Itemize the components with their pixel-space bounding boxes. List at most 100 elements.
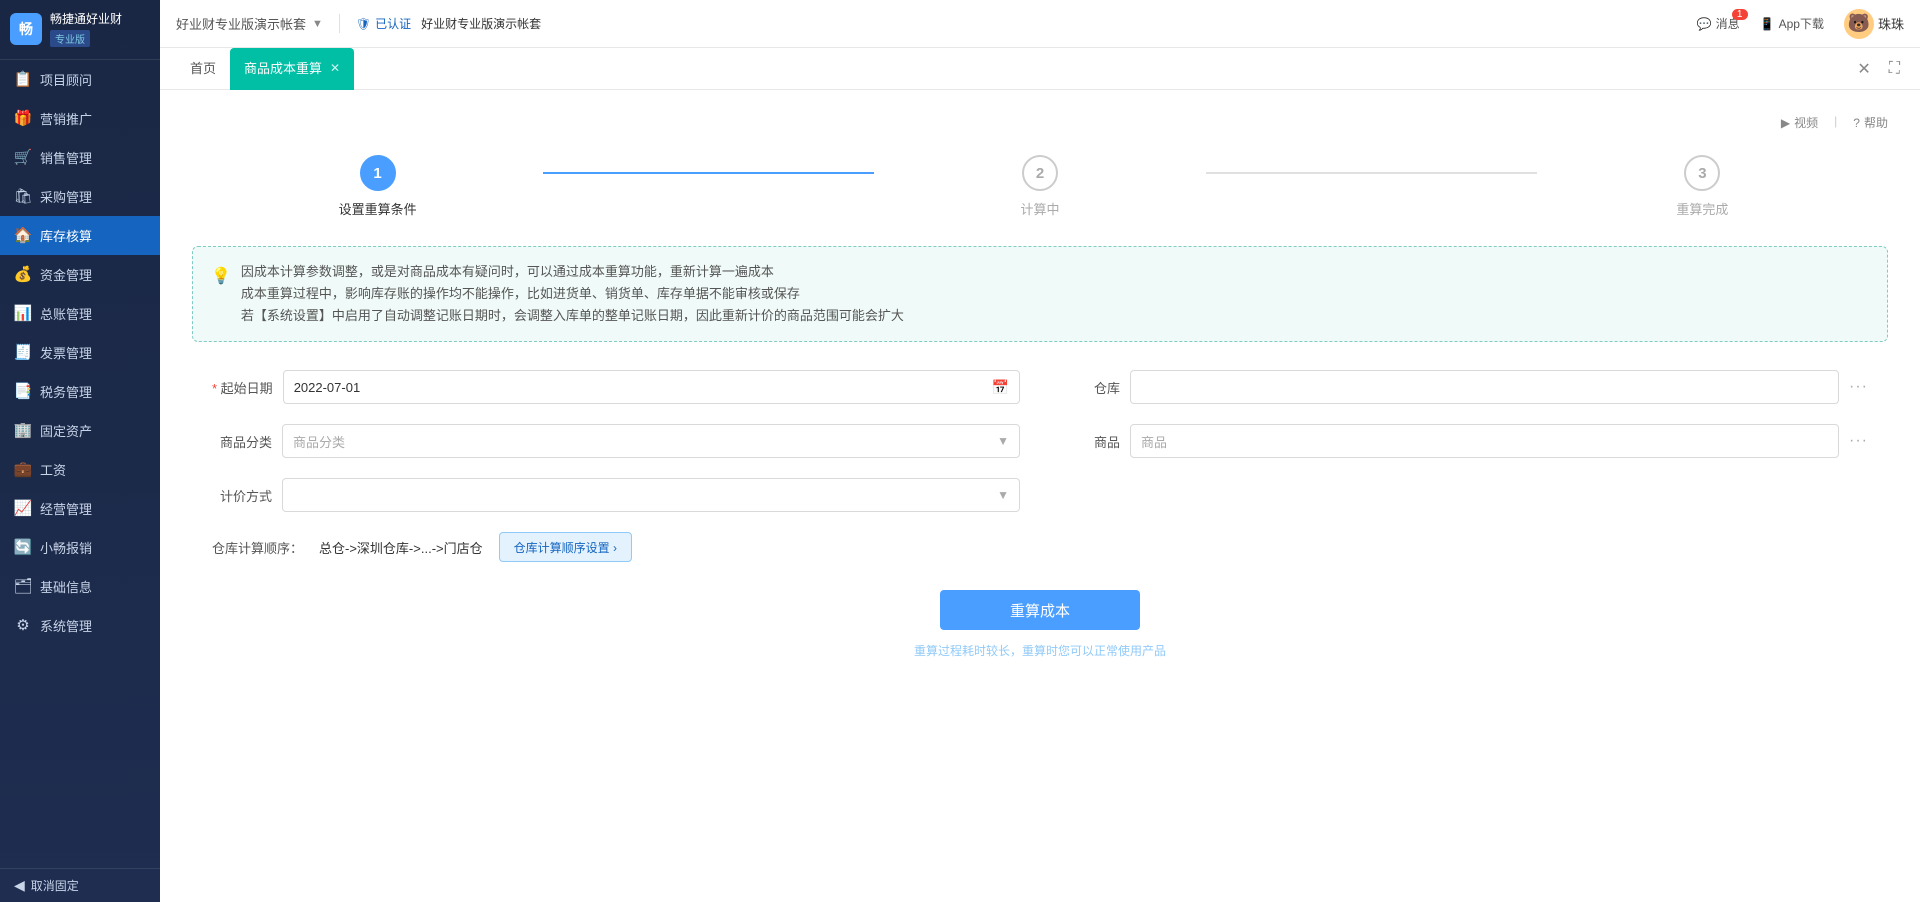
sidebar-item-marketing[interactable]: 🎁 营销推广 [0, 99, 160, 138]
pricing-select[interactable]: ▼ [282, 478, 1020, 512]
product-input[interactable]: 商品 [1130, 424, 1839, 458]
expand-panel-icon[interactable]: ⛶ [1885, 58, 1904, 80]
tabbar: 首页 商品成本重算 ✕ ✕ ⛶ [160, 48, 1920, 90]
home-tab-label: 首页 [190, 58, 216, 77]
shield-icon: 🛡 [356, 17, 371, 31]
warehouse-order-row: 仓库计算顺序： 总仓->深圳仓库->...->门店仓 仓库计算顺序设置 › [212, 532, 1868, 562]
sidebar-item-inventory[interactable]: 🏠 库存核算 [0, 216, 160, 255]
system-icon: ⚙ [14, 616, 32, 634]
video-help-button[interactable]: ▶ 视频 [1781, 114, 1818, 131]
sidebar-item-label: 资金管理 [40, 265, 92, 284]
category-select[interactable]: 商品分类 ▼ [282, 424, 1020, 458]
sidebar-item-purchase[interactable]: 🛍 采购管理 [0, 177, 160, 216]
notice-line-2: 成本重算过程中，影响库存账的操作均不能操作，比如进货单、销货单、库存单据不能审核… [241, 283, 904, 305]
sidebar-item-accounting[interactable]: 📊 总账管理 [0, 294, 160, 333]
sidebar-item-project[interactable]: 📋 项目顾问 [0, 60, 160, 99]
phone-icon: 📱 [1760, 17, 1775, 31]
finance-icon: 💰 [14, 265, 32, 283]
sidebar-item-basic[interactable]: 🗂 基础信息 [0, 567, 160, 606]
recalc-tip: 重算过程耗时较长，重算时您可以正常使用产品 [914, 642, 1166, 659]
sidebar-item-label: 税务管理 [40, 382, 92, 401]
sidebar-item-label: 固定资产 [40, 421, 92, 440]
pricing-dropdown-icon: ▼ [997, 488, 1009, 502]
notice-icon: 💡 [211, 263, 231, 327]
step-line-1 [543, 172, 874, 174]
sidebar-item-sales[interactable]: 🛒 销售管理 [0, 138, 160, 177]
username-label: 珠珠 [1878, 14, 1904, 33]
account-selector[interactable]: 好业财专业版演示帐套 ▼ [176, 14, 340, 33]
accounting-icon: 📊 [14, 304, 32, 322]
sidebar-item-assets[interactable]: 🏢 固定资产 [0, 411, 160, 450]
question-icon: ? [1853, 116, 1860, 130]
close-panel-icon[interactable]: ✕ [1853, 57, 1874, 81]
recalc-btn-label: 重算成本 [1010, 600, 1070, 621]
sidebar-item-invoice[interactable]: 🧾 发票管理 [0, 333, 160, 372]
sidebar-item-payroll[interactable]: 💼 工资 [0, 450, 160, 489]
step-num-2: 2 [1036, 165, 1044, 182]
recalc-area: 重算成本 重算过程耗时较长，重算时您可以正常使用产品 [192, 590, 1888, 659]
start-date-field: 起始日期 2022-07-01 📅 [212, 370, 1020, 404]
help-row: ▶ 视频 | ? 帮助 [192, 114, 1888, 131]
warehouse-order-settings-button[interactable]: 仓库计算顺序设置 › [499, 532, 632, 562]
assets-icon: 🏢 [14, 421, 32, 439]
sidebar-item-system[interactable]: ⚙ 系统管理 [0, 606, 160, 645]
basic-icon: 🗂 [14, 577, 32, 595]
category-placeholder: 商品分类 [293, 432, 345, 451]
help-button[interactable]: ? 帮助 [1853, 114, 1888, 131]
sidebar: 畅 畅捷通好业财 专业版 📋 项目顾问 🎁 营销推广 🛒 销售管理 🛍 采购管理… [0, 0, 160, 902]
start-date-input[interactable]: 2022-07-01 📅 [283, 370, 1020, 404]
topbar-actions: 💬 消息 1 📱 App下载 🐻 珠珠 [1697, 9, 1904, 39]
form-row-1: 起始日期 2022-07-01 📅 仓库 ··· [212, 370, 1868, 404]
form-section: 起始日期 2022-07-01 📅 仓库 ··· 商品分类 [192, 370, 1888, 562]
panel-controls: ✕ ⛶ [1853, 57, 1904, 81]
warehouse-input[interactable] [1130, 370, 1839, 404]
sales-icon: 🛒 [14, 148, 32, 166]
sidebar-item-label: 销售管理 [40, 148, 92, 167]
warehouse-field: 仓库 ··· [1060, 370, 1868, 404]
product-dots-icon[interactable]: ··· [1849, 432, 1868, 450]
sidebar-item-label: 库存核算 [40, 226, 92, 245]
sidebar-item-label: 项目顾问 [40, 70, 92, 89]
sidebar-item-label: 发票管理 [40, 343, 92, 362]
project-icon: 📋 [14, 70, 32, 88]
tab-home[interactable]: 首页 [176, 48, 230, 90]
video-label: 视频 [1794, 114, 1818, 131]
sidebar-item-operations[interactable]: 📈 经营管理 [0, 489, 160, 528]
payroll-icon: 💼 [14, 460, 32, 478]
app-download-label: App下载 [1779, 15, 1824, 32]
verified-account-name: 好业财专业版演示帐套 [421, 15, 541, 32]
main-area: 好业财专业版演示帐套 ▼ 🛡 已认证 好业财专业版演示帐套 💬 消息 1 📱 A… [160, 0, 1920, 902]
step-label-3: 重算完成 [1676, 199, 1728, 218]
app-download-button[interactable]: 📱 App下载 [1760, 15, 1824, 32]
step-label-2: 计算中 [1021, 199, 1060, 218]
play-icon: ▶ [1781, 116, 1790, 130]
notice-box: 💡 因成本计算参数调整，或是对商品成本有疑问时，可以通过成本重算功能，重新计算一… [192, 246, 1888, 342]
step-3: 3 重算完成 [1537, 155, 1868, 218]
tab-close-icon[interactable]: ✕ [330, 61, 340, 75]
sidebar-item-finance[interactable]: 💰 资金管理 [0, 255, 160, 294]
calendar-icon[interactable]: 📅 [992, 379, 1009, 396]
notice-content: 因成本计算参数调整，或是对商品成本有疑问时，可以通过成本重算功能，重新计算一遍成… [241, 261, 904, 327]
sidebar-item-tax[interactable]: 📑 税务管理 [0, 372, 160, 411]
user-profile[interactable]: 🐻 珠珠 [1844, 9, 1904, 39]
product-label: 商品 [1060, 432, 1120, 451]
sidebar-item-label: 营销推广 [40, 109, 92, 128]
help-label: 帮助 [1864, 114, 1888, 131]
category-dropdown-icon: ▼ [997, 434, 1009, 448]
message-button[interactable]: 💬 消息 1 [1697, 15, 1740, 32]
logo-icon: 畅 [10, 13, 42, 45]
notice-line-3: 若【系统设置】中启用了自动调整记账日期时，会调整入库单的整单记账日期，因此重新计… [241, 305, 904, 327]
product-field: 商品 商品 ··· [1060, 424, 1868, 458]
sidebar-item-label: 经营管理 [40, 499, 92, 518]
tab-recalculate[interactable]: 商品成本重算 ✕ [230, 48, 354, 90]
recalc-button[interactable]: 重算成本 [940, 590, 1140, 630]
sidebar-logo: 畅 畅捷通好业财 专业版 [0, 0, 160, 60]
sidebar-unpin-button[interactable]: ◀ 取消固定 [0, 868, 160, 902]
verified-badge: 🛡 已认证 好业财专业版演示帐套 [356, 15, 541, 32]
sidebar-item-expense[interactable]: 🔄 小畅报销 [0, 528, 160, 567]
start-date-label: 起始日期 [212, 378, 273, 397]
operations-icon: 📈 [14, 499, 32, 517]
account-dropdown-icon: ▼ [312, 18, 323, 30]
step-num-1: 1 [373, 165, 381, 182]
warehouse-dots-icon[interactable]: ··· [1849, 378, 1868, 396]
